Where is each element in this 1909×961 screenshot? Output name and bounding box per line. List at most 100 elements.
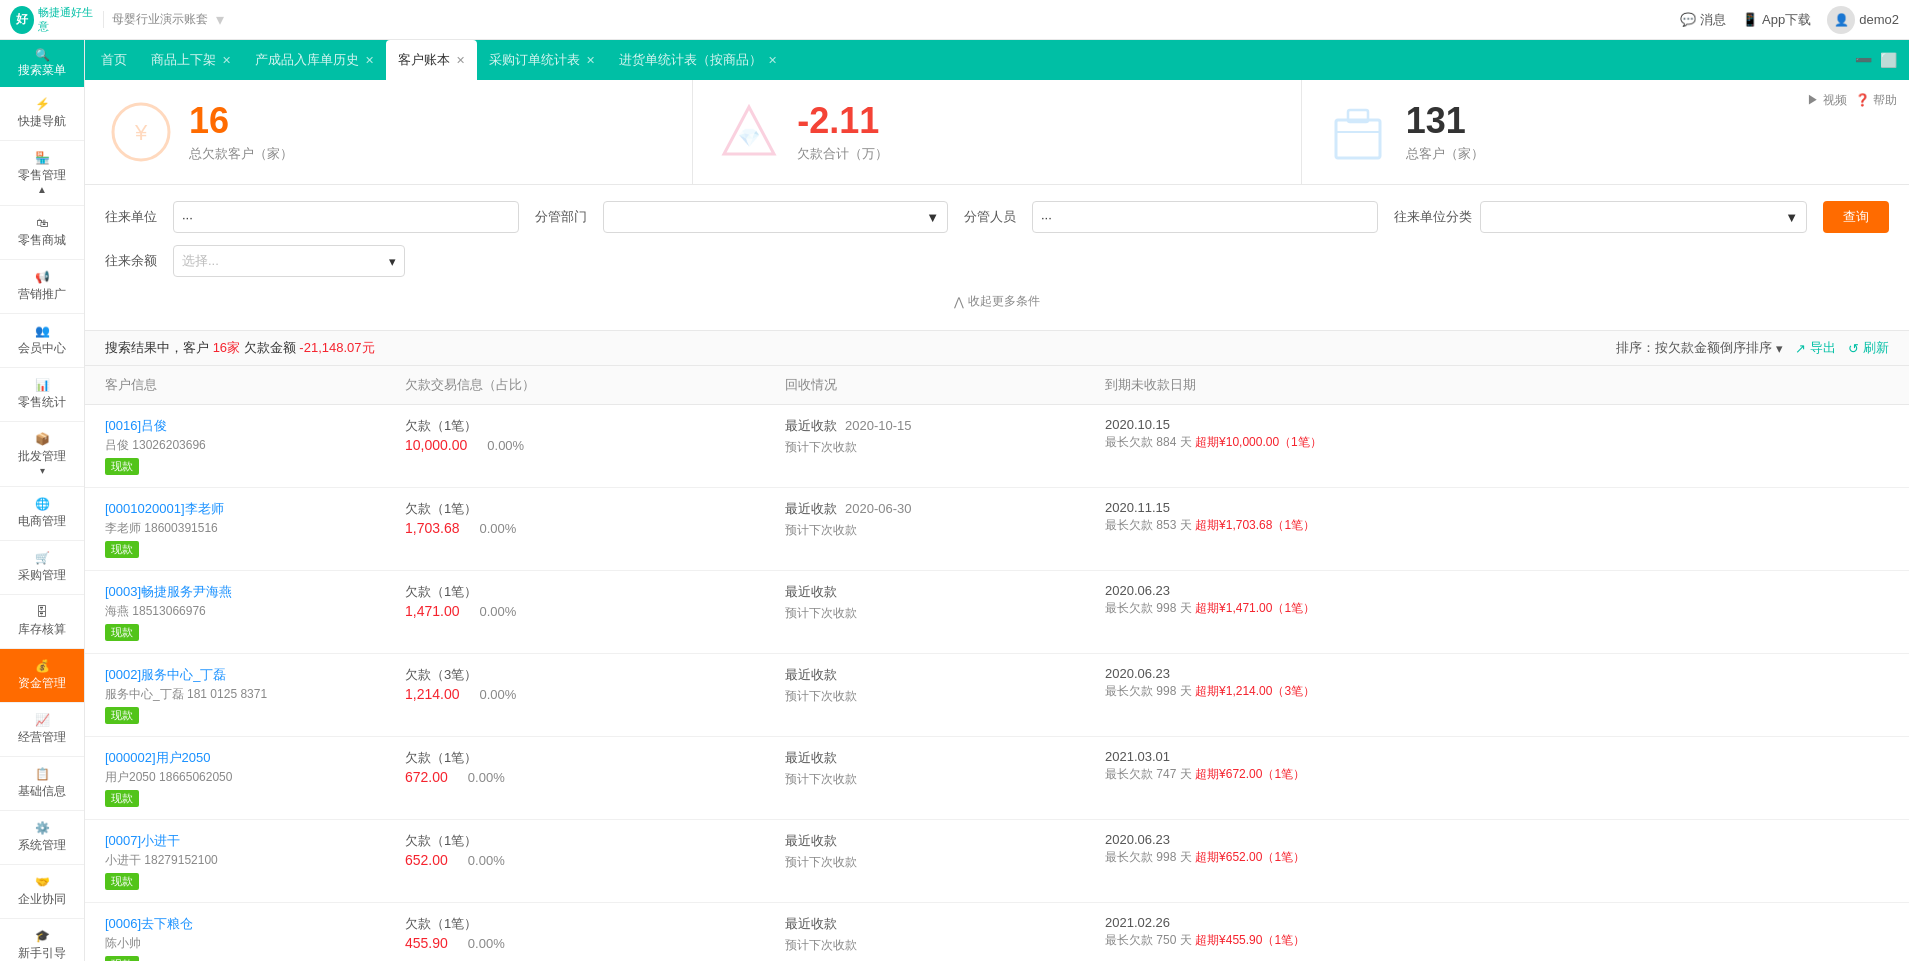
results-bar: 搜索结果中，客户 16家 欠款金额 -21,148.07元 排序：按欠款金额倒序… <box>85 331 1909 366</box>
overdue-link-2[interactable]: 超期¥1,703.68（1笔） <box>1195 518 1315 532</box>
maximize-icon[interactable]: ⬜ <box>1880 52 1897 68</box>
collapse-icon: ⋀ <box>954 295 964 309</box>
logo: 好 畅捷通好生意 <box>10 6 95 34</box>
overdue-link-5[interactable]: 超期¥672.00（1笔） <box>1195 767 1305 781</box>
video-btn[interactable]: ▶ 视频 <box>1807 92 1846 109</box>
dept-select[interactable]: ▼ <box>603 201 949 233</box>
from-unit-input[interactable]: ··· <box>173 201 519 233</box>
customer-tag-4: 现款 <box>105 707 139 724</box>
tab-purchase-order[interactable]: 采购订单统计表 ✕ <box>477 40 607 80</box>
unit-category-select[interactable]: ▼ <box>1480 201 1808 233</box>
customer-tag-1: 现款 <box>105 458 139 475</box>
app-download-btn[interactable]: 📱 App下载 <box>1742 11 1811 29</box>
customer-sub-3: 海燕 18513066976 <box>105 603 405 620</box>
customer-name-4[interactable]: [0002]服务中心_丁磊 <box>105 666 405 684</box>
debt-customers-number: 16 <box>189 101 293 141</box>
sidebar-item-purchase[interactable]: 🛒 采购管理 <box>0 541 84 595</box>
tab-close-customer-account[interactable]: ✕ <box>456 54 465 67</box>
svg-text:¥: ¥ <box>134 120 148 145</box>
results-actions: 排序：按欠款金额倒序排序 ▾ ↗ 导出 ↺ 刷新 <box>1616 339 1889 357</box>
customer-name-2[interactable]: [0001020001]李老师 <box>105 500 405 518</box>
sidebar-item-finance[interactable]: 💰 资金管理 <box>0 649 84 703</box>
from-unit-label: 往来单位 <box>105 208 165 226</box>
tab-inventory-stats[interactable]: 进货单统计表（按商品） ✕ <box>607 40 789 80</box>
messages-btn[interactable]: 💬 消息 <box>1680 11 1726 29</box>
total-customers-icon <box>1326 100 1390 164</box>
customer-sub-4: 服务中心_丁磊 181 0125 8371 <box>105 686 405 703</box>
customer-name-3[interactable]: [0003]畅捷服务尹海燕 <box>105 583 405 601</box>
logo-icon: 好 <box>10 6 34 34</box>
sidebar-item-ops-mgmt[interactable]: 📈 经营管理 <box>0 703 84 757</box>
customer-name-7[interactable]: [0006]去下粮仓 <box>105 915 405 933</box>
overdue-link-4[interactable]: 超期¥1,214.00（3笔） <box>1195 684 1315 698</box>
overdue-link-7[interactable]: 超期¥455.90（1笔） <box>1195 933 1305 947</box>
total-customers-number: 131 <box>1406 101 1484 141</box>
sort-select[interactable]: 排序：按欠款金额倒序排序 ▾ <box>1616 339 1783 357</box>
export-btn[interactable]: ↗ 导出 <box>1795 339 1836 357</box>
debt-info-2: 欠款（1笔） 1,703.68 0.00% <box>405 500 785 536</box>
table-row: [0001020001]李老师 李老师 18600391516 现款 欠款（1笔… <box>85 488 1909 571</box>
customer-tag-6: 现款 <box>105 873 139 890</box>
tab-close-products-off[interactable]: ✕ <box>222 54 231 67</box>
table-row: [0016]吕俊 吕俊 13026203696 现款 欠款（1笔） 10,000… <box>85 405 1909 488</box>
sidebar-item-batch-mgmt[interactable]: 📦 批发管理 ▾ <box>0 422 84 487</box>
sidebar-item-inventory[interactable]: 🗄 库存核算 <box>0 595 84 649</box>
svg-text:💎: 💎 <box>738 127 761 149</box>
sidebar-item-system[interactable]: ⚙️ 系统管理 <box>0 811 84 865</box>
customer-info-5: [000002]用户2050 用户2050 18665062050 现款 <box>105 749 405 807</box>
sidebar-item-retail-mgmt[interactable]: 🏪 零售管理 ▲ <box>0 141 84 206</box>
customer-info-4: [0002]服务中心_丁磊 服务中心_丁磊 181 0125 8371 现款 <box>105 666 405 724</box>
tab-close-production-history[interactable]: ✕ <box>365 54 374 67</box>
page-content: ¥ 16 总欠款客户（家） 💎 -2.11 欠款合计（万） <box>85 80 1909 961</box>
sidebar-item-retail-mall[interactable]: 🛍 零售商城 <box>0 206 84 260</box>
suite-dropdown[interactable]: ▾ <box>216 10 224 29</box>
sidebar-item-basic-info[interactable]: 📋 基础信息 <box>0 757 84 811</box>
tab-home[interactable]: 首页 <box>89 40 139 80</box>
stat-card-debt-customers: ¥ 16 总欠款客户（家） <box>85 80 693 184</box>
user-profile[interactable]: 👤 demo2 <box>1827 6 1899 34</box>
sidebar-item-enterprise[interactable]: 🤝 企业协同 <box>0 865 84 919</box>
customer-name-6[interactable]: [0007]小进干 <box>105 832 405 850</box>
customer-sub-7: 陈小帅 <box>105 935 405 952</box>
customer-tag-2: 现款 <box>105 541 139 558</box>
refresh-btn[interactable]: ↺ 刷新 <box>1848 339 1889 357</box>
overdue-link-6[interactable]: 超期¥652.00（1笔） <box>1195 850 1305 864</box>
customer-name-5[interactable]: [000002]用户2050 <box>105 749 405 767</box>
balance-select[interactable]: 选择... ▾ <box>173 245 405 277</box>
filter-person: 分管人员 ··· <box>964 201 1378 233</box>
help-btn[interactable]: ❓ 帮助 <box>1855 92 1897 109</box>
tab-production-history[interactable]: 产成品入库单历史 ✕ <box>243 40 386 80</box>
customer-name-1[interactable]: [0016]吕俊 <box>105 417 405 435</box>
sidebar-item-ecommerce[interactable]: 🌐 电商管理 <box>0 487 84 541</box>
person-input[interactable]: ··· <box>1032 201 1378 233</box>
sidebar-item-marketing[interactable]: 📢 营销推广 <box>0 260 84 314</box>
minimize-icon[interactable]: ➖ <box>1855 52 1872 68</box>
customer-sub-6: 小进干 18279152100 <box>105 852 405 869</box>
tab-close-inventory-stats[interactable]: ✕ <box>768 54 777 67</box>
overdue-link-1[interactable]: 超期¥10,000.00（1笔） <box>1195 435 1322 449</box>
tab-customer-account[interactable]: 客户账本 ✕ <box>386 40 477 80</box>
customer-info-1: [0016]吕俊 吕俊 13026203696 现款 <box>105 417 405 475</box>
overdue-link-3[interactable]: 超期¥1,471.00（1笔） <box>1195 601 1315 615</box>
sidebar-item-quick-nav[interactable]: ⚡ 快捷导航 <box>0 87 84 141</box>
svg-rect-4 <box>1336 120 1380 158</box>
tab-close-purchase-order[interactable]: ✕ <box>586 54 595 67</box>
search-button[interactable]: 查询 <box>1823 201 1889 233</box>
sidebar-item-newbie[interactable]: 🎓 新手引导 <box>0 919 84 961</box>
stat-card-total-customers: 131 总客户（家） ▶ 视频 ❓ 帮助 <box>1302 80 1909 184</box>
overdue-info-7: 2021.02.26 最长欠款 750 天 超期¥455.90（1笔） <box>1105 915 1889 949</box>
collapse-filters-btn[interactable]: ⋀ 收起更多条件 <box>105 289 1889 314</box>
recovery-info-3: 最近收款 预计下次收款 <box>785 583 1105 622</box>
overdue-info-3: 2020.06.23 最长欠款 998 天 超期¥1,471.00（1笔） <box>1105 583 1889 617</box>
header-customer-info: 客户信息 <box>105 376 405 394</box>
filter-balance: 往来余额 选择... ▾ <box>105 245 405 277</box>
sidebar-search[interactable]: 🔍 搜索菜单 <box>0 40 84 87</box>
tab-products-off[interactable]: 商品上下架 ✕ <box>139 40 243 80</box>
sidebar-item-member[interactable]: 👥 会员中心 <box>0 314 84 368</box>
recovery-info-1: 最近收款2020-10-15 预计下次收款 <box>785 417 1105 456</box>
table-row: [0006]去下粮仓 陈小帅 现款 欠款（1笔） 455.90 0.00% <box>85 903 1909 961</box>
sidebar-item-retail-stats[interactable]: 📊 零售统计 <box>0 368 84 422</box>
filter-row-2: 往来余额 选择... ▾ <box>105 245 1889 277</box>
customer-sub-1: 吕俊 13026203696 <box>105 437 405 454</box>
debt-info-4: 欠款（3笔） 1,214.00 0.00% <box>405 666 785 702</box>
